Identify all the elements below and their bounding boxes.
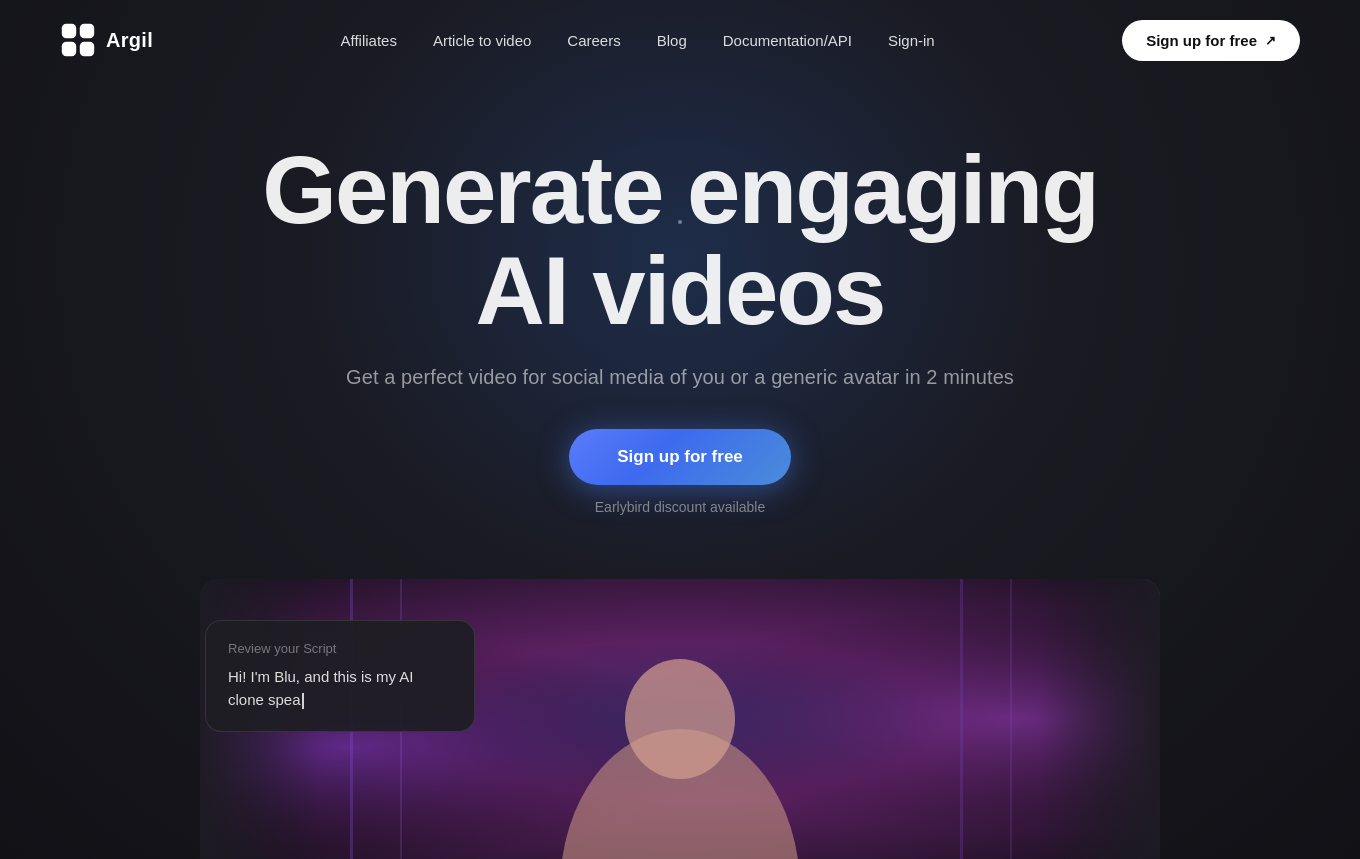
- nav-signup-button[interactable]: Sign up for free ↗: [1122, 20, 1300, 61]
- hero-title-line2: AI videos: [476, 237, 885, 344]
- script-review-card: Review your Script Hi! I'm Blu, and this…: [205, 620, 475, 732]
- earlybird-text: Earlybird discount available: [595, 499, 765, 515]
- video-edge-right: [1040, 579, 1160, 859]
- nav-signup-label: Sign up for free: [1146, 32, 1257, 49]
- nav-sign-in[interactable]: Sign-in: [888, 32, 935, 49]
- svg-rect-9: [960, 579, 963, 859]
- logo-icon: [60, 22, 96, 58]
- page-wrapper: Argil Affiliates Article to video Career…: [0, 0, 1360, 859]
- hero-subtitle: Get a perfect video for social media of …: [0, 366, 1360, 389]
- brand-name: Argil: [106, 29, 153, 52]
- svg-rect-10: [1010, 579, 1012, 859]
- hero-section: Generate engaging AI videos Get a perfec…: [0, 80, 1360, 515]
- svg-point-12: [625, 659, 735, 779]
- script-card-title: Review your Script: [228, 641, 452, 656]
- logo-link[interactable]: Argil: [60, 22, 153, 58]
- hero-signup-button[interactable]: Sign up for free: [569, 429, 791, 485]
- nav-blog[interactable]: Blog: [657, 32, 687, 49]
- nav-article-to-video[interactable]: Article to video: [433, 32, 531, 49]
- script-card-body: Hi! I'm Blu, and this is my AI clone spe…: [228, 666, 452, 711]
- text-cursor: [302, 693, 304, 709]
- svg-rect-1: [80, 24, 94, 38]
- nav-affiliates[interactable]: Affiliates: [341, 32, 397, 49]
- svg-rect-0: [62, 24, 76, 38]
- svg-rect-2: [62, 42, 76, 56]
- arrow-icon: ↗: [1265, 33, 1276, 48]
- nav-documentation-api[interactable]: Documentation/API: [723, 32, 852, 49]
- svg-rect-3: [80, 42, 94, 56]
- nav-careers[interactable]: Careers: [567, 32, 620, 49]
- hero-title: Generate engaging AI videos: [0, 140, 1360, 342]
- hero-title-line1: Generate engaging: [262, 136, 1098, 243]
- nav-links: Affiliates Article to video Careers Blog…: [341, 32, 935, 49]
- hero-cta-wrapper: Sign up for free Earlybird discount avai…: [0, 429, 1360, 515]
- navigation: Argil Affiliates Article to video Career…: [0, 0, 1360, 80]
